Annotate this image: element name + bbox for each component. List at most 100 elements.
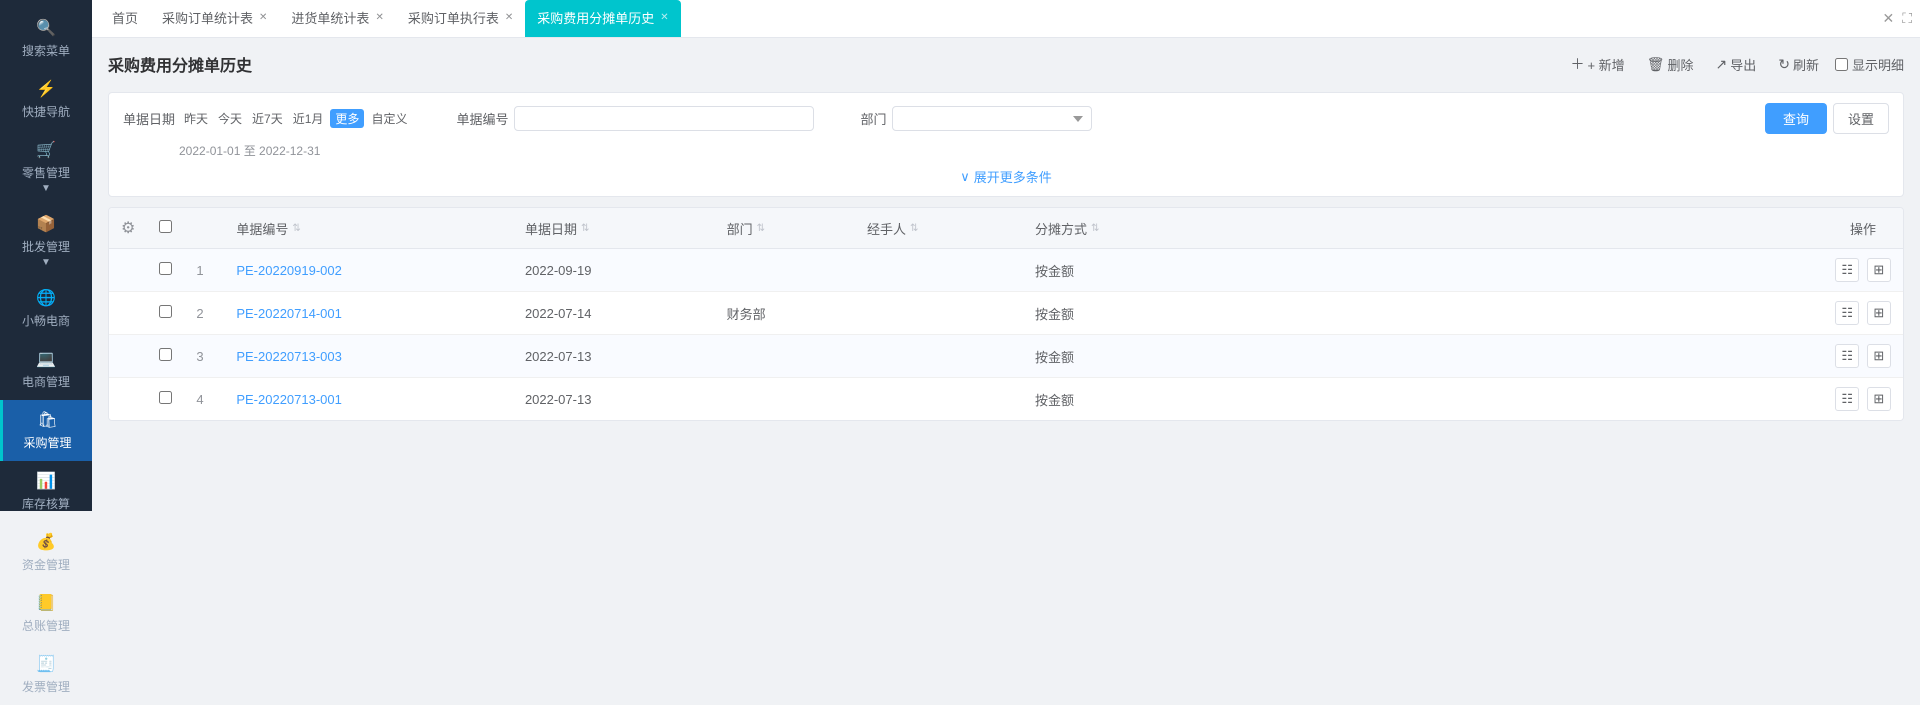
cell-split-method-1: 按金额 (1023, 292, 1823, 335)
dept-select[interactable] (892, 106, 1092, 131)
cell-checkbox-3[interactable] (147, 378, 184, 421)
sort-handler-icon[interactable]: ⇅ (910, 223, 918, 234)
close-tab-purchase-cost-history[interactable]: ✕ (660, 12, 668, 23)
select-all-checkbox[interactable] (159, 220, 172, 233)
tab-purchase-order-stats[interactable]: 采购订单统计表 ✕ (150, 0, 279, 37)
detail-btn-1[interactable]: ⊞ (1867, 301, 1891, 325)
cell-dept-0 (715, 249, 855, 292)
date-range-text: 2022-01-01 至 2022-12-31 (179, 144, 320, 158)
sidebar-item-retail-mgmt[interactable]: 🛒 零售管理 ▼ (0, 130, 92, 204)
sidebar-item-invoice[interactable]: 🧾 发票管理 (0, 644, 92, 705)
col-dept-header: 部门 ⇅ (715, 208, 855, 249)
detail-btn-2[interactable]: ⊞ (1867, 344, 1891, 368)
cell-handler-1 (855, 292, 1023, 335)
row-checkbox-2[interactable] (159, 348, 172, 361)
add-button[interactable]: ＋ + 新增 (1564, 50, 1630, 78)
date-filter-item: 单据日期 昨天 今天 近7天 近1月 更多 自定义 (123, 109, 410, 128)
order-no-input[interactable] (514, 106, 814, 131)
shortcut-today[interactable]: 今天 (215, 109, 245, 128)
close-all-tabs-icon[interactable]: ✕ (1882, 10, 1894, 27)
refresh-button[interactable]: ↻ 刷新 (1772, 51, 1825, 78)
invoice-icon: 🧾 (36, 654, 56, 674)
cell-settings-2 (109, 335, 147, 378)
cell-date-3: 2022-07-13 (513, 378, 715, 421)
delete-button[interactable]: 🗑 删除 (1641, 51, 1700, 78)
cell-actions-1: ☷ ⊞ (1823, 292, 1903, 335)
show-cols-toggle[interactable]: 显示明细 (1835, 55, 1904, 74)
sidebar-item-mini-ecom[interactable]: 🌐 小畅电商 (0, 278, 92, 339)
cell-settings-0 (109, 249, 147, 292)
ledger-icon: 📒 (36, 593, 56, 613)
row-checkbox-1[interactable] (159, 305, 172, 318)
order-no-link-3[interactable]: PE-20220713-001 (236, 392, 342, 407)
wholesale-icon: 📦 (36, 214, 56, 234)
order-no-link-0[interactable]: PE-20220919-002 (236, 263, 342, 278)
shortcut-custom[interactable]: 自定义 (368, 109, 410, 128)
col-seq-header (184, 208, 224, 249)
cell-checkbox-2[interactable] (147, 335, 184, 378)
cell-actions-0: ☷ ⊞ (1823, 249, 1903, 292)
close-tab-purchase-order-exec[interactable]: ✕ (505, 12, 513, 23)
tab-home[interactable]: 首页 (100, 0, 150, 37)
shortcut-7days[interactable]: 近7天 (249, 109, 286, 128)
shortcut-more[interactable]: 更多 (330, 109, 364, 128)
shortcut-1month[interactable]: 近1月 (290, 109, 327, 128)
cell-order-no-3: PE-20220713-001 (224, 378, 513, 421)
filter-row-1: 单据日期 昨天 今天 近7天 近1月 更多 自定义 单据编号 (123, 103, 1889, 134)
setting-button[interactable]: 设置 (1833, 103, 1889, 134)
cell-seq-1: 2 (184, 292, 224, 335)
column-settings-icon[interactable]: ⚙ (121, 220, 135, 237)
edit-btn-2[interactable]: ☷ (1835, 344, 1859, 368)
tab-purchase-cost-history[interactable]: 采购费用分摊单历史 ✕ (525, 0, 680, 37)
detail-btn-3[interactable]: ⊞ (1867, 387, 1891, 411)
cell-settings-1 (109, 292, 147, 335)
sort-split-icon[interactable]: ⇅ (1091, 223, 1099, 234)
detail-btn-0[interactable]: ⊞ (1867, 258, 1891, 282)
sidebar-item-wholesale-mgmt[interactable]: 📦 批发管理 ▼ (0, 204, 92, 278)
inventory-icon: 📊 (36, 471, 56, 491)
purchase-icon: 🛍 (37, 410, 57, 430)
table-body: 1 PE-20220919-002 2022-09-19 按金额 ☷ ⊞ 2 P… (109, 249, 1903, 421)
edit-btn-3[interactable]: ☷ (1835, 387, 1859, 411)
col-actions-header: 操作 (1823, 208, 1903, 249)
order-no-link-1[interactable]: PE-20220714-001 (236, 306, 342, 321)
cell-checkbox-0[interactable] (147, 249, 184, 292)
sidebar-item-inventory[interactable]: 📊 库存核算 (0, 461, 92, 522)
tab-purchase-order-exec[interactable]: 采购订单执行表 ✕ (396, 0, 525, 37)
query-button[interactable]: 查询 (1765, 103, 1827, 134)
row-checkbox-3[interactable] (159, 391, 172, 404)
show-cols-checkbox[interactable] (1835, 58, 1848, 71)
tab-inbound-stats[interactable]: 进货单统计表 ✕ (279, 0, 395, 37)
sort-dept-icon[interactable]: ⇅ (757, 223, 765, 234)
close-tab-purchase-order-stats[interactable]: ✕ (259, 12, 267, 23)
maximize-icon[interactable]: ⛶ (1902, 10, 1912, 27)
close-tab-inbound-stats[interactable]: ✕ (375, 12, 383, 23)
tabs-actions: ✕ ⛶ (1882, 10, 1912, 27)
order-no-link-2[interactable]: PE-20220713-003 (236, 349, 342, 364)
sidebar-item-quick-nav[interactable]: ⚡ 快捷导航 (0, 69, 92, 130)
col-order-no-header: 单据编号 ⇅ (224, 208, 513, 249)
cell-dept-2 (715, 335, 855, 378)
cell-date-2: 2022-07-13 (513, 335, 715, 378)
export-button[interactable]: ↗ 导出 (1709, 51, 1762, 78)
cell-dept-1: 财务部 (715, 292, 855, 335)
sort-order-no-icon[interactable]: ⇅ (292, 223, 300, 234)
cell-dept-3 (715, 378, 855, 421)
edit-btn-1[interactable]: ☷ (1835, 301, 1859, 325)
shortcut-yesterday[interactable]: 昨天 (181, 109, 211, 128)
row-checkbox-0[interactable] (159, 262, 172, 275)
sidebar-item-purchase-mgmt[interactable]: 🛍 采购管理 (0, 400, 92, 461)
data-table: ⚙ 单据编号 ⇅ (109, 208, 1903, 420)
ecom-icon: 💻 (36, 349, 56, 369)
table-header-row: ⚙ 单据编号 ⇅ (109, 208, 1903, 249)
sidebar-item-ecom-mgmt[interactable]: 💻 电商管理 (0, 339, 92, 400)
cell-checkbox-1[interactable] (147, 292, 184, 335)
expand-more-button[interactable]: ∨ 展开更多条件 (960, 167, 1052, 186)
sidebar-item-finance[interactable]: 💰 资金管理 (0, 522, 92, 583)
sidebar-item-search-menu[interactable]: 🔍 搜索菜单 (0, 8, 92, 69)
sort-date-icon[interactable]: ⇅ (581, 223, 589, 234)
add-icon: ＋ (1570, 54, 1584, 74)
cell-actions-3: ☷ ⊞ (1823, 378, 1903, 421)
edit-btn-0[interactable]: ☷ (1835, 258, 1859, 282)
sidebar-item-ledger[interactable]: 📒 总账管理 (0, 583, 92, 644)
